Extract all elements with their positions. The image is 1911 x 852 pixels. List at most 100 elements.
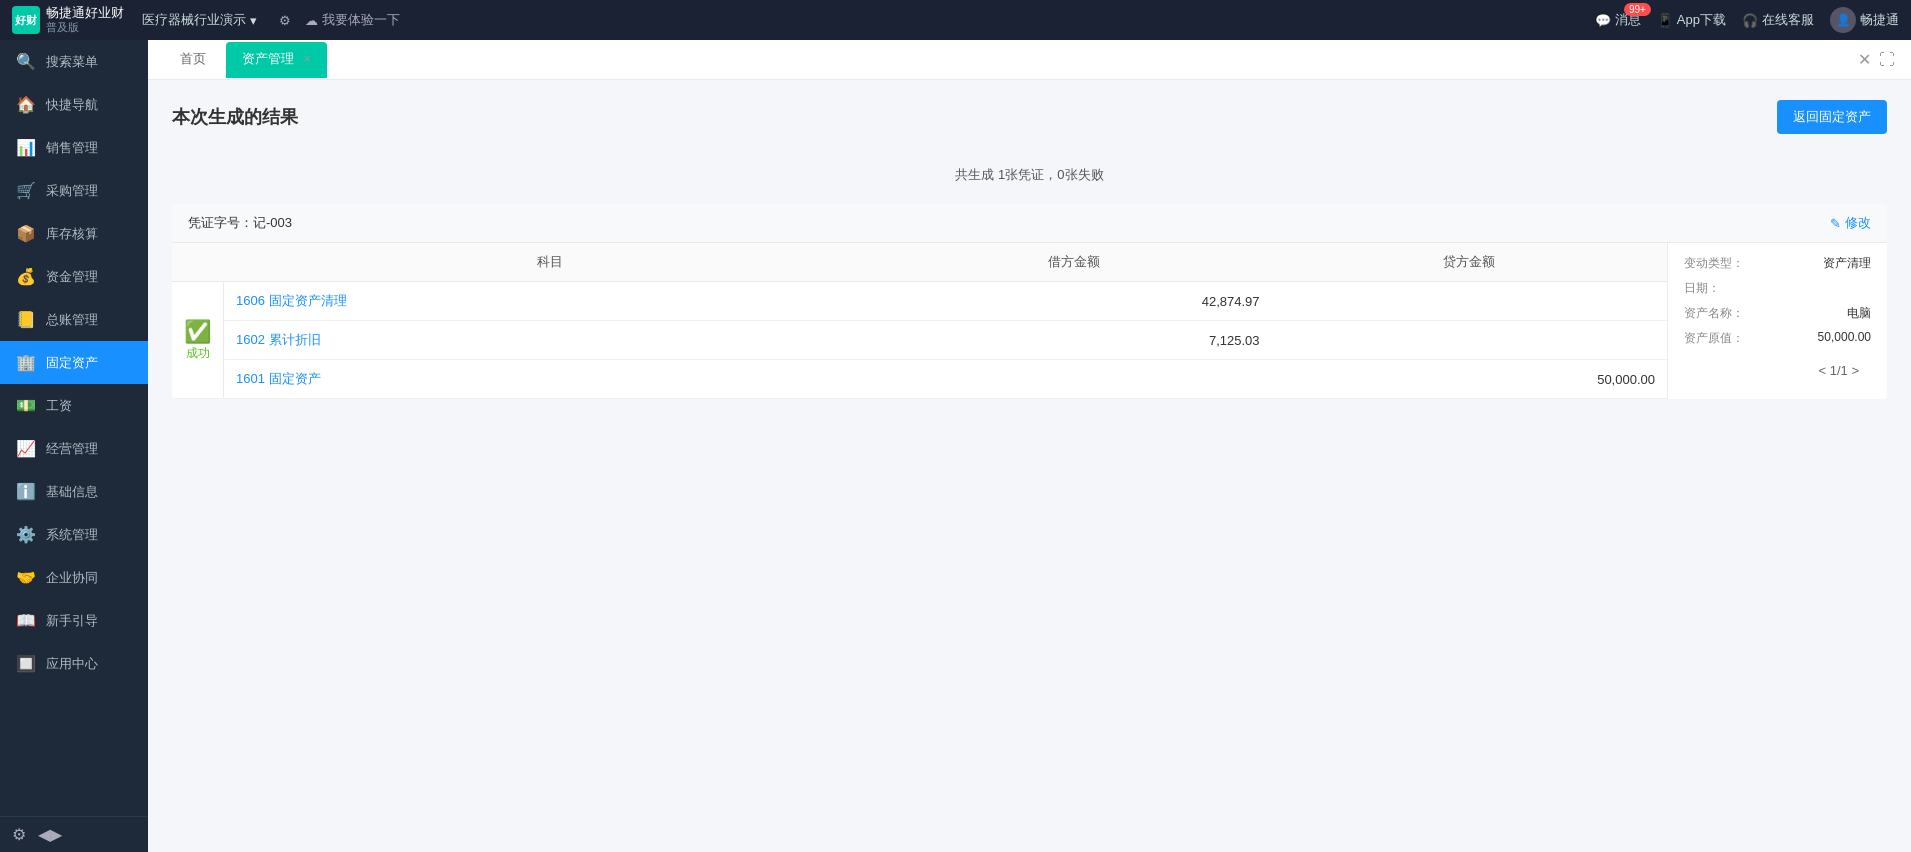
sidebar-item-fixed-assets[interactable]: 🏢 固定资产 xyxy=(0,341,148,384)
purchase-icon: 🛒 xyxy=(16,181,36,200)
logo-area[interactable]: 好财 畅捷通好业财 普及版 xyxy=(12,5,124,36)
home-icon: 🏠 xyxy=(16,95,36,114)
sidebar-label-operations: 经营管理 xyxy=(46,440,98,458)
message-icon: 💬 xyxy=(1595,13,1611,28)
ledger-icon: 📒 xyxy=(16,310,36,329)
collapse-icon[interactable]: ◀▶ xyxy=(38,825,62,844)
sidebar-item-search-menu[interactable]: 🔍 搜索菜单 xyxy=(0,40,148,83)
sidebar-item-basic-info[interactable]: ℹ️ 基础信息 xyxy=(0,470,148,513)
subject-col-header: 科目 xyxy=(224,243,877,282)
cloud-icon: ☁ xyxy=(305,13,318,28)
sidebar-label-sales: 销售管理 xyxy=(46,139,98,157)
top-header: 好财 畅捷通好业财 普及版 医疗器械行业演示 ▾ ⚙ ☁ 我要体验一下 💬 消息… xyxy=(0,0,1911,40)
company-selector[interactable]: 医疗器械行业演示 ▾ xyxy=(134,11,265,29)
debit-cell-2: 7,125.03 xyxy=(876,321,1271,360)
original-value-label: 资产原值： xyxy=(1684,330,1744,347)
original-value-value: 50,000.00 xyxy=(1818,330,1871,347)
sidebar: 🔍 搜索菜单 🏠 快捷导航 📊 销售管理 🛒 采购管理 📦 库存核算 💰 资金管… xyxy=(0,40,148,852)
messages-action[interactable]: 💬 消息 99+ xyxy=(1595,11,1641,29)
voucher-table-area: 科目 借方金额 贷方金额 ✅ 成功 xyxy=(172,243,1667,399)
sidebar-label-capital: 资金管理 xyxy=(46,268,98,286)
capital-icon: 💰 xyxy=(16,267,36,286)
fixed-assets-icon: 🏢 xyxy=(16,353,36,372)
operations-icon: 📈 xyxy=(16,439,36,458)
sidebar-label-ledger: 总账管理 xyxy=(46,311,98,329)
table-row: 1602 累计折旧 7,125.03 xyxy=(172,321,1667,360)
sidebar-item-capital[interactable]: 💰 资金管理 xyxy=(0,255,148,298)
sidebar-label-search: 搜索菜单 xyxy=(46,53,98,71)
sidebar-item-guide[interactable]: 📖 新手引导 xyxy=(0,599,148,642)
sidebar-item-ledger[interactable]: 📒 总账管理 xyxy=(0,298,148,341)
chevron-down-icon: ▾ xyxy=(250,13,257,28)
sidebar-label-quicknav: 快捷导航 xyxy=(46,96,98,114)
voucher-table: 科目 借方金额 贷方金额 ✅ 成功 xyxy=(172,243,1667,399)
edit-icon: ✎ xyxy=(1830,216,1841,231)
online-service-action[interactable]: 🎧 在线客服 xyxy=(1742,11,1814,29)
logo-text-block: 畅捷通好业财 普及版 xyxy=(46,5,124,36)
date-row: 日期： xyxy=(1684,280,1871,297)
return-button[interactable]: 返回固定资产 xyxy=(1777,100,1887,134)
voucher-side-panel: 变动类型： 资产清理 日期： 资产名称： 电脑 资产原值： xyxy=(1667,243,1887,399)
sidebar-item-operations[interactable]: 📈 经营管理 xyxy=(0,427,148,470)
app-name: 畅捷通好业财 xyxy=(46,5,124,21)
sidebar-item-system[interactable]: ⚙️ 系统管理 xyxy=(0,513,148,556)
debit-cell-3 xyxy=(876,360,1271,399)
inventory-icon: 📦 xyxy=(16,224,36,243)
system-icon: ⚙️ xyxy=(16,525,36,544)
sidebar-item-sales[interactable]: 📊 销售管理 xyxy=(0,126,148,169)
sidebar-item-inventory[interactable]: 📦 库存核算 xyxy=(0,212,148,255)
header-left: 好财 畅捷通好业财 普及版 医疗器械行业演示 ▾ ⚙ ☁ 我要体验一下 xyxy=(12,5,400,36)
sidebar-label-system: 系统管理 xyxy=(46,526,98,544)
content-area: 首页 资产管理 × ✕ ⛶ 本次生成的结果 返回固定资产 共生成 1张凭证，0张… xyxy=(148,40,1911,852)
page-title-row: 本次生成的结果 返回固定资产 xyxy=(172,100,1887,134)
sidebar-label-basic-info: 基础信息 xyxy=(46,483,98,501)
user-action[interactable]: 👤 畅捷通 xyxy=(1830,7,1899,33)
sidebar-label-guide: 新手引导 xyxy=(46,612,98,630)
success-checkmark-icon: ✅ xyxy=(184,319,211,345)
gear-settings-icon[interactable]: ⚙ xyxy=(12,825,26,844)
page-title: 本次生成的结果 xyxy=(172,105,298,129)
sidebar-label-app-center: 应用中心 xyxy=(46,655,98,673)
sidebar-label-enterprise: 企业协同 xyxy=(46,569,98,587)
sidebar-item-purchase[interactable]: 🛒 采购管理 xyxy=(0,169,148,212)
settings-icon[interactable]: ⚙ xyxy=(275,9,295,32)
credit-cell-3: 50,000.00 xyxy=(1272,360,1667,399)
original-value-row: 资产原值： 50,000.00 xyxy=(1684,330,1871,347)
debit-col-header: 借方金额 xyxy=(876,243,1271,282)
voucher-header: 凭证字号：记-003 ✎ 修改 xyxy=(172,204,1887,243)
asset-name-row: 资产名称： 电脑 xyxy=(1684,305,1871,322)
app-download-action[interactable]: 📱 App下载 xyxy=(1657,11,1726,29)
table-row: 1601 固定资产 50,000.00 xyxy=(172,360,1667,399)
company-name: 医疗器械行业演示 xyxy=(142,11,246,29)
panel-expand-icon[interactable]: ⛶ xyxy=(1879,51,1895,69)
app-center-icon: 🔲 xyxy=(16,654,36,673)
change-type-row: 变动类型： 资产清理 xyxy=(1684,255,1871,272)
sidebar-item-app-center[interactable]: 🔲 应用中心 xyxy=(0,642,148,685)
tab-home[interactable]: 首页 xyxy=(164,42,222,78)
sidebar-item-payroll[interactable]: 💵 工资 xyxy=(0,384,148,427)
sidebar-label-payroll: 工资 xyxy=(46,397,72,415)
tab-bar: 首页 资产管理 × ✕ ⛶ xyxy=(148,40,1911,80)
page-content: 本次生成的结果 返回固定资产 共生成 1张凭证，0张失败 凭证字号：记-003 … xyxy=(148,80,1911,852)
sidebar-label-purchase: 采购管理 xyxy=(46,182,98,200)
experience-button[interactable]: ☁ 我要体验一下 xyxy=(305,11,400,29)
main-layout: 🔍 搜索菜单 🏠 快捷导航 📊 销售管理 🛒 采购管理 📦 库存核算 💰 资金管… xyxy=(0,40,1911,852)
sidebar-label-fixed-assets: 固定资产 xyxy=(46,354,98,372)
tab-close-icon[interactable]: × xyxy=(304,52,311,66)
sidebar-item-enterprise[interactable]: 🤝 企业协同 xyxy=(0,556,148,599)
tab-asset-management[interactable]: 资产管理 × xyxy=(226,42,327,78)
edit-button[interactable]: ✎ 修改 xyxy=(1830,214,1871,232)
subject-cell-3: 1601 固定资产 xyxy=(224,360,877,399)
debit-cell-1: 42,874.97 xyxy=(876,282,1271,321)
header-right: 💬 消息 99+ 📱 App下载 🎧 在线客服 👤 畅捷通 xyxy=(1595,7,1899,33)
summary-row: 共生成 1张凭证，0张失败 xyxy=(172,154,1887,196)
logo-icon: 好财 xyxy=(12,6,40,34)
sidebar-item-quick-nav[interactable]: 🏠 快捷导航 xyxy=(0,83,148,126)
pagination[interactable]: < 1/1 > xyxy=(1684,355,1871,386)
info-icon: ℹ️ xyxy=(16,482,36,501)
panel-close-icon[interactable]: ✕ xyxy=(1858,50,1871,69)
service-icon: 🎧 xyxy=(1742,13,1758,28)
enterprise-icon: 🤝 xyxy=(16,568,36,587)
search-icon: 🔍 xyxy=(16,52,36,71)
change-type-label: 变动类型： xyxy=(1684,255,1744,272)
